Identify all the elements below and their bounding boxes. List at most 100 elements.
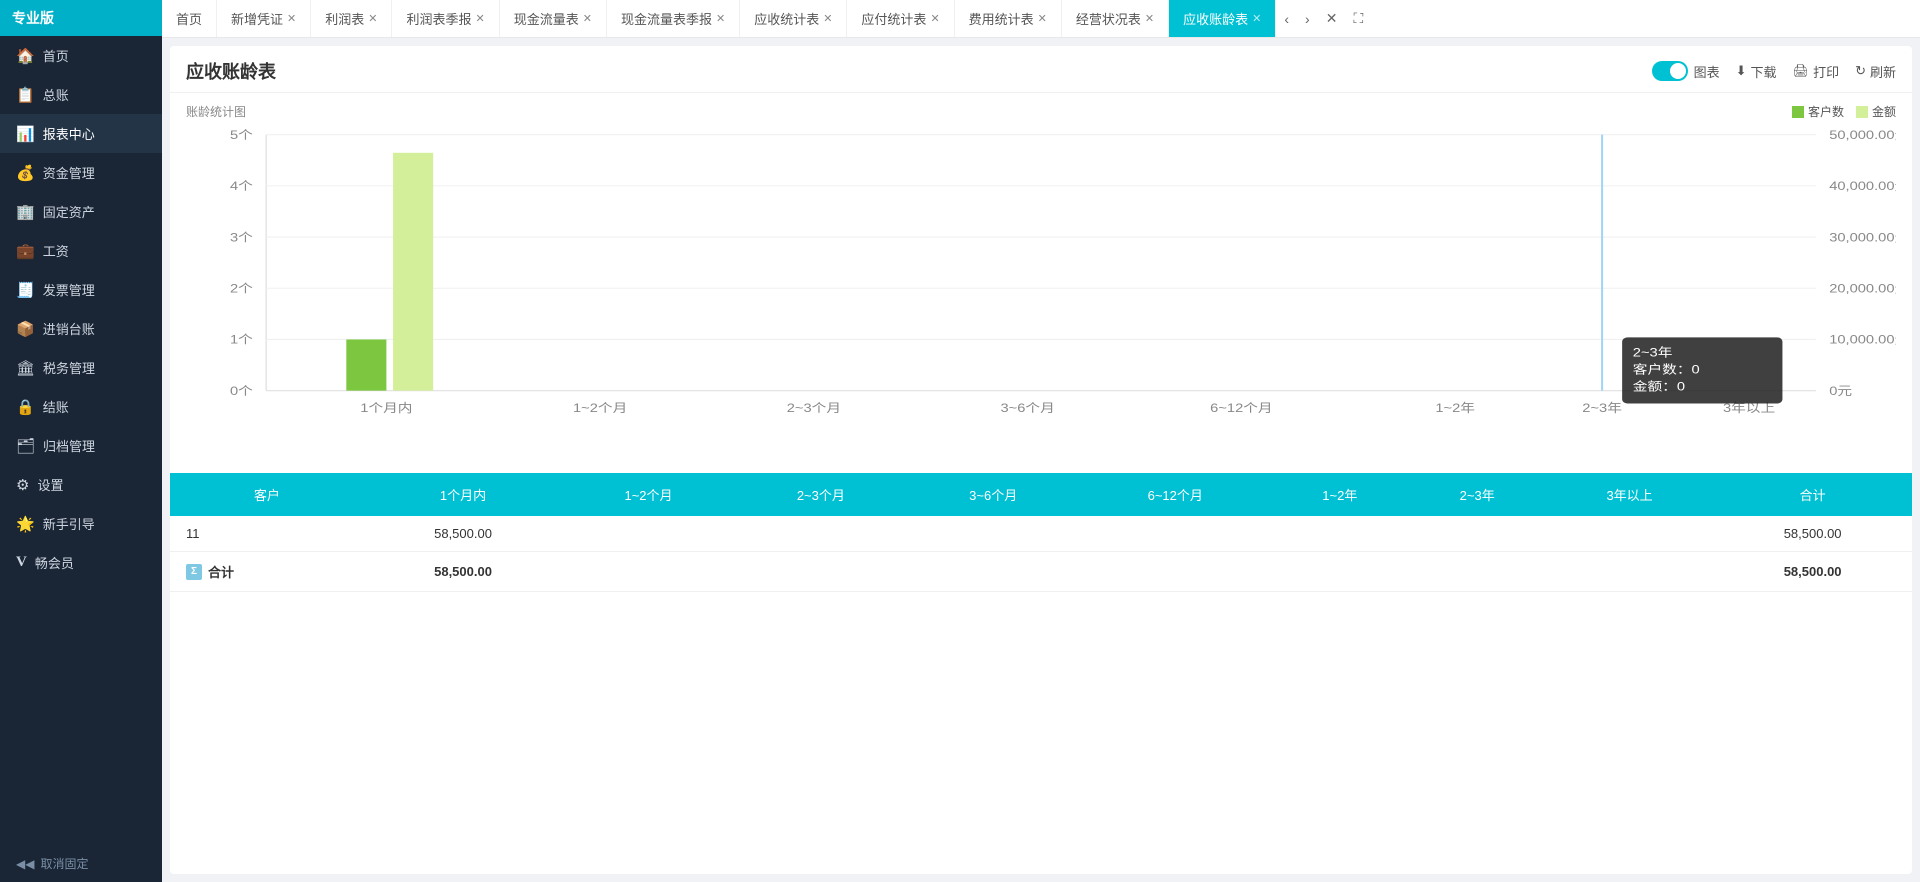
unpin-label: 取消固定: [40, 855, 88, 872]
tab-close-icon[interactable]: ✕: [930, 12, 939, 25]
sidebar-item-sales-ledger[interactable]: 📦 进销台账: [0, 309, 162, 348]
refresh-icon: ↻: [1855, 63, 1866, 79]
cell-month6-12: [1079, 516, 1271, 552]
sidebar-item-fund-mgmt[interactable]: 💰 资金管理: [0, 153, 162, 192]
sidebar-item-settings[interactable]: ⚙ 设置: [0, 465, 162, 504]
tab-close-icon[interactable]: ✕: [1252, 12, 1261, 25]
tab-expense-stats[interactable]: 费用统计表 ✕: [955, 0, 1062, 37]
total-year3-plus: [1546, 552, 1713, 592]
sidebar-item-salary[interactable]: 💼 工资: [0, 231, 162, 270]
sidebar-item-label: 结账: [43, 397, 69, 416]
salary-icon: 💼: [16, 242, 35, 260]
tab-home[interactable]: 首页: [162, 0, 217, 37]
assets-icon: 🏢: [16, 203, 35, 221]
download-label: 下载: [1751, 62, 1777, 81]
tab-cashflow[interactable]: 现金流量表 ✕: [500, 0, 607, 37]
cell-month2-3: [735, 516, 907, 552]
tab-payable-stats[interactable]: 应付统计表 ✕: [847, 0, 954, 37]
sidebar-item-fixed-assets[interactable]: 🏢 固定资产: [0, 192, 162, 231]
table-header-row: 客户 1个月内 1~2个月 2~3个月 3~6个月 6~12个月 1~2年 2~…: [170, 473, 1912, 516]
sidebar-item-invoice-mgmt[interactable]: 🧾 发票管理: [0, 270, 162, 309]
refresh-button[interactable]: ↻ 刷新: [1855, 62, 1896, 81]
sidebar-item-archive[interactable]: 🗂 归档管理: [0, 426, 162, 465]
tab-prev-button[interactable]: ‹: [1276, 0, 1297, 37]
guide-icon: 🌟: [16, 515, 35, 533]
app-logo: 专业版: [0, 0, 162, 36]
tooltip-label: 2~3年: [1633, 346, 1673, 359]
tab-close-icon[interactable]: ✕: [583, 12, 592, 25]
sidebar-item-guide[interactable]: 🌟 新手引导: [0, 504, 162, 543]
tab-new-voucher[interactable]: 新增凭证 ✕: [217, 0, 311, 37]
bar-amount-month1: [393, 153, 433, 391]
total-label-wrapper: Σ 合计: [186, 562, 356, 581]
sidebar-item-label: 发票管理: [43, 280, 95, 299]
cell-year2-3: [1409, 516, 1546, 552]
sidebar-item-tax-mgmt[interactable]: 🏛 税务管理: [0, 348, 162, 387]
print-label: 打印: [1813, 62, 1839, 81]
data-table: 客户 1个月内 1~2个月 2~3个月 3~6个月 6~12个月 1~2年 2~…: [170, 473, 1912, 592]
tab-close-icon[interactable]: ✕: [1145, 12, 1154, 25]
svg-text:1~2年: 1~2年: [1435, 401, 1475, 414]
total-total: 58,500.00: [1713, 552, 1912, 592]
tab-close-icon[interactable]: ✕: [476, 12, 485, 25]
sidebar-item-label: 新手引导: [43, 514, 95, 533]
chart-title: 账龄统计图: [186, 103, 1896, 120]
cell-year3-plus: [1546, 516, 1713, 552]
svg-text:30,000.00元: 30,000.00元: [1829, 231, 1896, 244]
col-header-month1-2: 1~2个月: [562, 473, 734, 516]
col-header-year3-plus: 3年以上: [1546, 473, 1713, 516]
total-month1-2: [562, 552, 734, 592]
sidebar-item-closing[interactable]: 🔒 结账: [0, 387, 162, 426]
main-area: 首页 新增凭证 ✕ 利润表 ✕ 利润表季报 ✕ 现金流量表 ✕ 现金流量表季报 …: [162, 0, 1920, 882]
print-button[interactable]: 🖨 打印: [1793, 62, 1840, 81]
toggle-thumb: [1670, 63, 1686, 79]
download-button[interactable]: ⬇ 下载: [1736, 62, 1777, 81]
tab-close-icon[interactable]: ✕: [1038, 12, 1047, 25]
svg-text:6~12个月: 6~12个月: [1210, 401, 1272, 414]
tooltip-amount: 金额：0: [1633, 380, 1685, 393]
tab-close-icon[interactable]: ✕: [716, 12, 725, 25]
sidebar-item-label: 报表中心: [43, 124, 95, 143]
tab-close-icon[interactable]: ✕: [368, 12, 377, 25]
col-header-year2-3: 2~3年: [1409, 473, 1546, 516]
member-icon: V: [16, 554, 27, 571]
table-row: 11 58,500.00 58,500.00: [170, 516, 1912, 552]
total-text: 合计: [208, 562, 234, 581]
unpin-button[interactable]: ◀◀ 取消固定: [0, 845, 162, 882]
tab-receivable-aging[interactable]: 应收账龄表 ✕: [1169, 0, 1276, 37]
total-year1-2: [1271, 552, 1408, 592]
svg-text:50,000.00元: 50,000.00元: [1829, 128, 1896, 141]
table-total-row: Σ 合计 58,500.00 58,500.00: [170, 552, 1912, 592]
tab-expand-button[interactable]: ⛶: [1345, 0, 1371, 37]
tab-close-icon[interactable]: ✕: [287, 12, 296, 25]
tab-cashflow-quarterly[interactable]: 现金流量表季报 ✕: [607, 0, 740, 37]
legend-amount: 金额: [1856, 103, 1896, 120]
legend-customer-color: [1792, 106, 1804, 118]
svg-text:3个: 3个: [230, 231, 253, 244]
bar-customer-month1: [346, 339, 386, 390]
tab-close-all-button[interactable]: ✕: [1318, 0, 1346, 37]
cell-total-label: Σ 合计: [170, 552, 364, 592]
page-title: 应收账龄表: [186, 58, 276, 84]
cell-month1-2: [562, 516, 734, 552]
tab-receivable-stats[interactable]: 应收统计表 ✕: [740, 0, 847, 37]
tab-profit-quarterly[interactable]: 利润表季报 ✕: [392, 0, 499, 37]
sidebar-item-label: 设置: [37, 475, 63, 494]
tab-next-button[interactable]: ›: [1297, 0, 1318, 37]
legend-amount-label: 金额: [1872, 103, 1896, 120]
toggle-track[interactable]: [1652, 61, 1688, 81]
tab-business-status[interactable]: 经营状况表 ✕: [1062, 0, 1169, 37]
chart-toggle[interactable]: 图表: [1652, 61, 1720, 81]
sidebar-item-label: 畅会员: [35, 553, 74, 572]
tab-close-icon[interactable]: ✕: [823, 12, 832, 25]
legend-amount-color: [1856, 106, 1868, 118]
sidebar-item-home[interactable]: 🏠 首页: [0, 36, 162, 75]
ledger-icon: 📋: [16, 86, 35, 104]
svg-text:1个: 1个: [230, 333, 253, 346]
sidebar-item-report-center[interactable]: 📊 报表中心: [0, 114, 162, 153]
col-header-month6-12: 6~12个月: [1079, 473, 1271, 516]
sidebar-item-member[interactable]: V 畅会员: [0, 543, 162, 582]
sidebar-item-ledger[interactable]: 📋 总账: [0, 75, 162, 114]
tab-profit[interactable]: 利润表 ✕: [311, 0, 392, 37]
col-header-year1-2: 1~2年: [1271, 473, 1408, 516]
